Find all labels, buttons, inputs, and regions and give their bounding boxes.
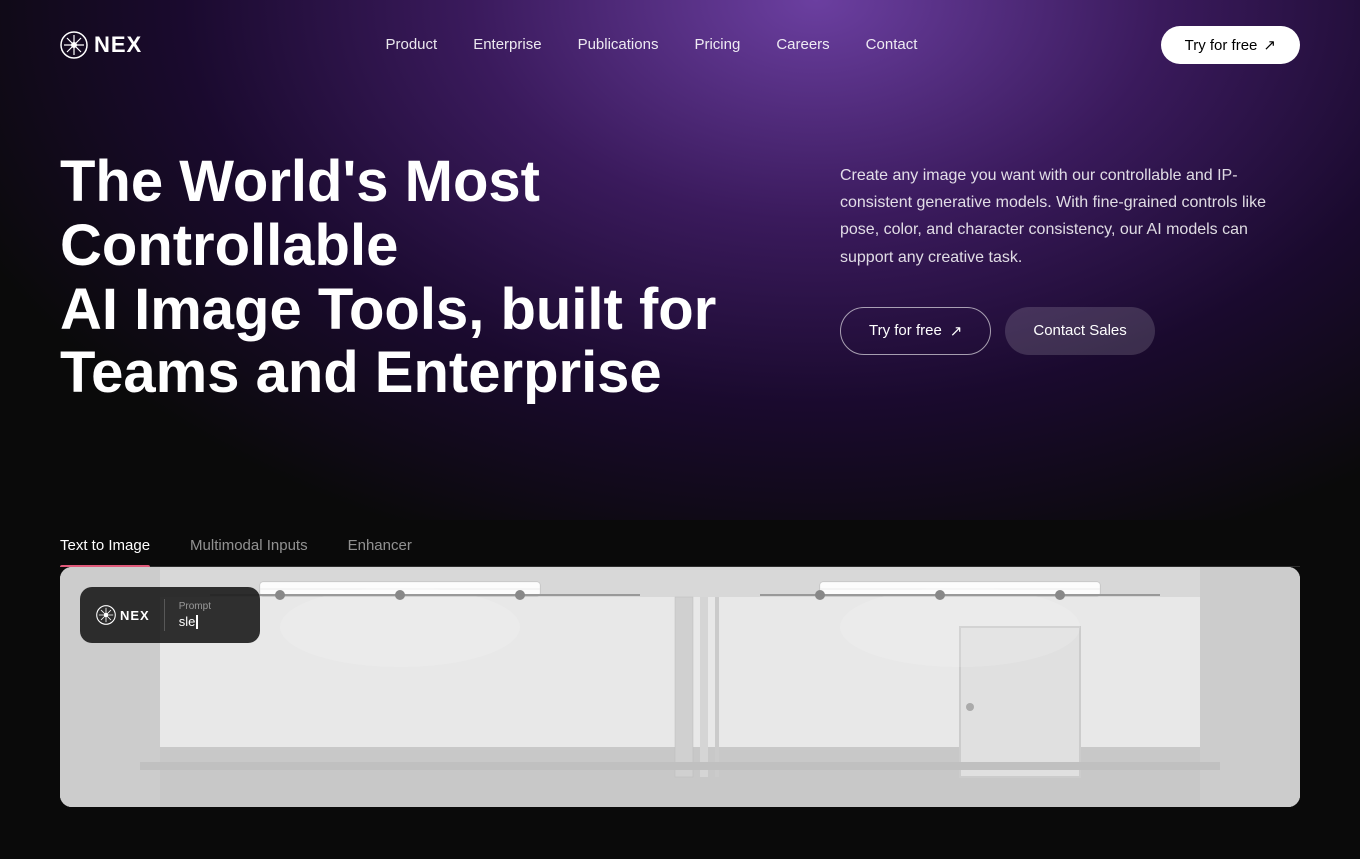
prompt-value: sle [179,614,211,630]
nav-pricing[interactable]: Pricing [694,36,740,53]
tabs-bar: Text to Image Multimodal Inputs Enhancer [60,525,1300,567]
logo-text: NEX [94,32,142,58]
demo-image: NEX Prompt sle [60,567,1300,807]
nav-cta-arrow-icon: ↗ [1263,36,1276,54]
nav-links: Product Enterprise Publications Pricing … [385,36,917,54]
prompt-label: Prompt [179,601,211,612]
prompt-logo-icon [96,605,116,625]
brand-logo[interactable]: NEX [60,31,142,59]
try-free-arrow-icon: ↗ [950,322,963,340]
hero-try-free-button[interactable]: Try for free ↗ [840,307,991,355]
prompt-divider [164,599,165,631]
nav-enterprise[interactable]: Enterprise [473,36,541,53]
tabs-section: Text to Image Multimodal Inputs Enhancer [0,445,1360,567]
demo-area: NEX Prompt sle [60,567,1300,807]
prompt-card: NEX Prompt sle [80,587,260,643]
hero-description: Create any image you want with our contr… [840,162,1300,271]
prompt-logo-text: NEX [120,608,150,623]
tab-multimodal-inputs[interactable]: Multimodal Inputs [190,525,308,566]
text-cursor [196,615,198,629]
hero-contact-sales-button[interactable]: Contact Sales [1005,307,1154,355]
prompt-logo: NEX [96,605,150,625]
tab-text-to-image[interactable]: Text to Image [60,525,150,566]
nav-publications[interactable]: Publications [578,36,659,53]
nav-try-free-button[interactable]: Try for free ↗ [1161,26,1300,64]
logo-icon [60,31,88,59]
nav-contact[interactable]: Contact [866,36,918,53]
hero-right-column: Create any image you want with our contr… [840,150,1300,355]
hero-section: The World's Most Controllable AI Image T… [0,90,1360,445]
hero-left-column: The World's Most Controllable AI Image T… [60,150,740,445]
prompt-content: Prompt sle [179,601,211,630]
navbar: NEX Product Enterprise Publications Pric… [0,0,1360,90]
hero-buttons: Try for free ↗ Contact Sales [840,307,1300,355]
hero-title: The World's Most Controllable AI Image T… [60,150,740,405]
tab-enhancer[interactable]: Enhancer [348,525,412,566]
nav-careers[interactable]: Careers [776,36,829,53]
nav-product[interactable]: Product [385,36,437,53]
